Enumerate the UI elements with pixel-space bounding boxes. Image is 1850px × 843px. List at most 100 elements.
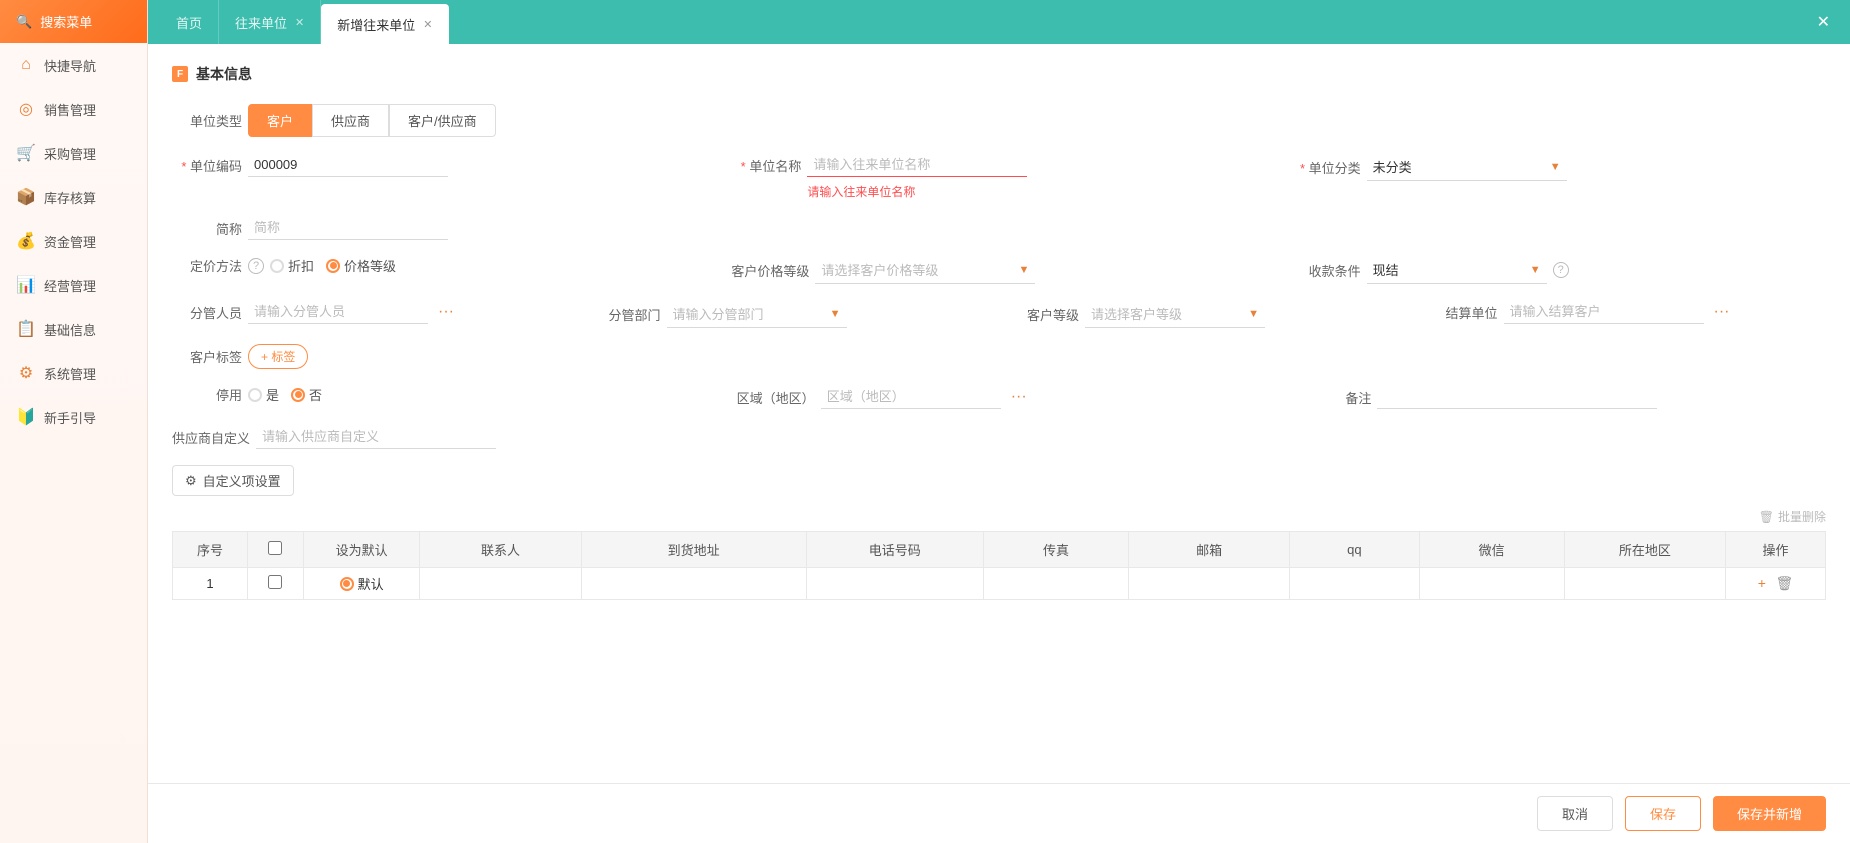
location-input[interactable] — [1605, 576, 1685, 591]
select-all-checkbox[interactable] — [268, 541, 282, 555]
sidebar-item-finance[interactable]: 💰 资金管理 — [0, 219, 147, 263]
manager-field: 分管人员 ··· — [172, 300, 571, 324]
contact-input[interactable] — [461, 576, 541, 591]
row-checkbox[interactable] — [268, 575, 282, 589]
sidebar-item-basic-info-label: 基础信息 — [44, 320, 96, 339]
disabled-yes-label: 是 — [266, 385, 279, 404]
sidebar-item-purchase[interactable]: 🛒 采购管理 — [0, 131, 147, 175]
supplier-custom-input[interactable] — [256, 425, 496, 449]
department-label: 分管部门 — [591, 305, 661, 324]
cell-address[interactable] — [581, 568, 806, 600]
sidebar-item-sales[interactable]: ◎ 销售管理 — [0, 87, 147, 131]
supplier-custom-row: 供应商自定义 — [172, 425, 1826, 449]
unit-name-input[interactable] — [807, 153, 1027, 177]
batch-delete-area: 🗑 批量删除 — [172, 508, 1826, 525]
tab-contacts-close[interactable]: ✕ — [295, 16, 304, 29]
type-btn-supplier[interactable]: 供应商 — [312, 104, 389, 137]
settlement-more-icon[interactable]: ··· — [1710, 303, 1734, 321]
phone-input[interactable] — [850, 576, 940, 591]
sidebar-item-sales-label: 销售管理 — [44, 100, 96, 119]
remarks-input[interactable] — [1377, 385, 1657, 409]
sidebar-item-guide[interactable]: 🔰 新手引导 — [0, 395, 147, 439]
settlement-input[interactable] — [1504, 300, 1704, 324]
search-menu-btn[interactable]: 🔍 搜索菜单 — [0, 0, 147, 43]
default-radio[interactable] — [340, 577, 354, 591]
address-input[interactable] — [634, 576, 754, 591]
add-row-icon[interactable]: + — [1755, 575, 1769, 591]
system-icon: ⚙ — [16, 363, 36, 383]
customer-price-level-label: 客户价格等级 — [731, 261, 809, 280]
cell-contact[interactable] — [420, 568, 581, 600]
form-content: F 基本信息 单位类型 客户 供应商 客户/供应商 单位编码 单位名称 — [148, 44, 1850, 783]
cell-location[interactable] — [1564, 568, 1725, 600]
batch-delete-label[interactable]: 批量删除 — [1778, 508, 1826, 525]
fax-input[interactable] — [1021, 576, 1091, 591]
window-close-icon[interactable]: ✕ — [1809, 8, 1838, 36]
disabled-no[interactable]: 否 — [291, 385, 322, 404]
col-wechat: 微信 — [1419, 532, 1564, 568]
save-button[interactable]: 保存 — [1625, 796, 1701, 831]
payment-help-icon[interactable]: ? — [1553, 262, 1569, 278]
sidebar-item-basic-info[interactable]: 📋 基础信息 — [0, 307, 147, 351]
disabled-yes[interactable]: 是 — [248, 385, 279, 404]
tab-new-contact-close[interactable]: ✕ — [423, 18, 432, 31]
manager-more-icon[interactable]: ··· — [434, 303, 458, 321]
department-chevron: ▼ — [830, 308, 841, 320]
save-new-button[interactable]: 保存并新增 — [1713, 796, 1826, 831]
footer: 取消 保存 保存并新增 — [148, 783, 1850, 843]
manager-input[interactable] — [248, 300, 428, 324]
department-placeholder: 请输入分管部门 — [673, 304, 826, 323]
cell-fax[interactable] — [983, 568, 1128, 600]
customer-level-select[interactable]: 请选择客户等级 ▼ — [1085, 300, 1265, 328]
code-name-category-row: 单位编码 单位名称 请输入往来单位名称 单位分类 未分类 ▼ — [172, 153, 1826, 200]
custom-settings-label: 自定义项设置 — [203, 471, 281, 490]
department-select[interactable]: 请输入分管部门 ▼ — [667, 300, 847, 328]
sales-icon: ◎ — [16, 99, 36, 119]
add-tag-btn[interactable]: + 标签 — [248, 344, 308, 369]
pricing-radio-discount[interactable]: 折扣 — [270, 256, 314, 275]
customer-price-level-select[interactable]: 请选择客户价格等级 ▼ — [815, 256, 1035, 284]
sidebar-item-operations[interactable]: 📊 经营管理 — [0, 263, 147, 307]
unit-category-select[interactable]: 未分类 ▼ — [1367, 153, 1567, 181]
tab-contacts[interactable]: 往来单位 ✕ — [219, 0, 321, 44]
sidebar-item-quick-nav[interactable]: ⌂ 快捷导航 — [0, 43, 147, 87]
disabled-radio-group: 是 否 — [248, 385, 322, 404]
cell-qq[interactable] — [1290, 568, 1419, 600]
basic-info-icon: 📋 — [16, 319, 36, 339]
cancel-button[interactable]: 取消 — [1537, 796, 1613, 831]
remarks-field: 备注 — [1301, 385, 1826, 409]
customer-price-level-chevron: ▼ — [1018, 264, 1029, 276]
sidebar-item-system[interactable]: ⚙ 系统管理 — [0, 351, 147, 395]
section-basic-info: F 基本信息 — [172, 64, 1826, 84]
cell-wechat[interactable] — [1419, 568, 1564, 600]
unit-code-input[interactable] — [248, 153, 448, 177]
settlement-label: 结算单位 — [1428, 303, 1498, 322]
col-default: 设为默认 — [303, 532, 420, 568]
type-btn-customer[interactable]: 客户 — [248, 104, 312, 137]
disabled-field: 停用 是 否 — [172, 385, 697, 404]
pricing-radio-level[interactable]: 价格等级 — [326, 256, 396, 275]
tab-contacts-label: 往来单位 — [235, 13, 287, 32]
cell-email[interactable] — [1129, 568, 1290, 600]
pricing-help-icon[interactable]: ? — [248, 258, 264, 274]
wechat-input[interactable] — [1457, 576, 1527, 591]
sidebar-item-inventory[interactable]: 📦 库存核算 — [0, 175, 147, 219]
region-input[interactable] — [821, 385, 1001, 409]
abbr-label: 简称 — [172, 219, 242, 238]
payment-terms-select[interactable]: 现结 ▼ — [1367, 256, 1547, 284]
remarks-label: 备注 — [1301, 388, 1371, 407]
abbr-input[interactable] — [248, 216, 448, 240]
guide-icon: 🔰 — [16, 407, 36, 427]
email-input[interactable] — [1169, 576, 1249, 591]
type-btn-both[interactable]: 客户/供应商 — [389, 104, 496, 137]
pricing-radio-group: 折扣 价格等级 — [270, 256, 396, 275]
del-row-icon[interactable]: 🗑 — [1773, 575, 1797, 591]
section-icon: F — [172, 66, 188, 82]
cell-phone[interactable] — [806, 568, 983, 600]
region-more-icon[interactable]: ··· — [1007, 388, 1031, 406]
unit-type-label: 单位类型 — [172, 111, 242, 130]
tab-new-contact[interactable]: 新增往来单位 ✕ — [321, 4, 449, 44]
tab-home[interactable]: 首页 — [160, 0, 219, 44]
qq-input[interactable] — [1324, 576, 1384, 591]
custom-settings-btn[interactable]: ⚙ 自定义项设置 — [172, 465, 294, 496]
